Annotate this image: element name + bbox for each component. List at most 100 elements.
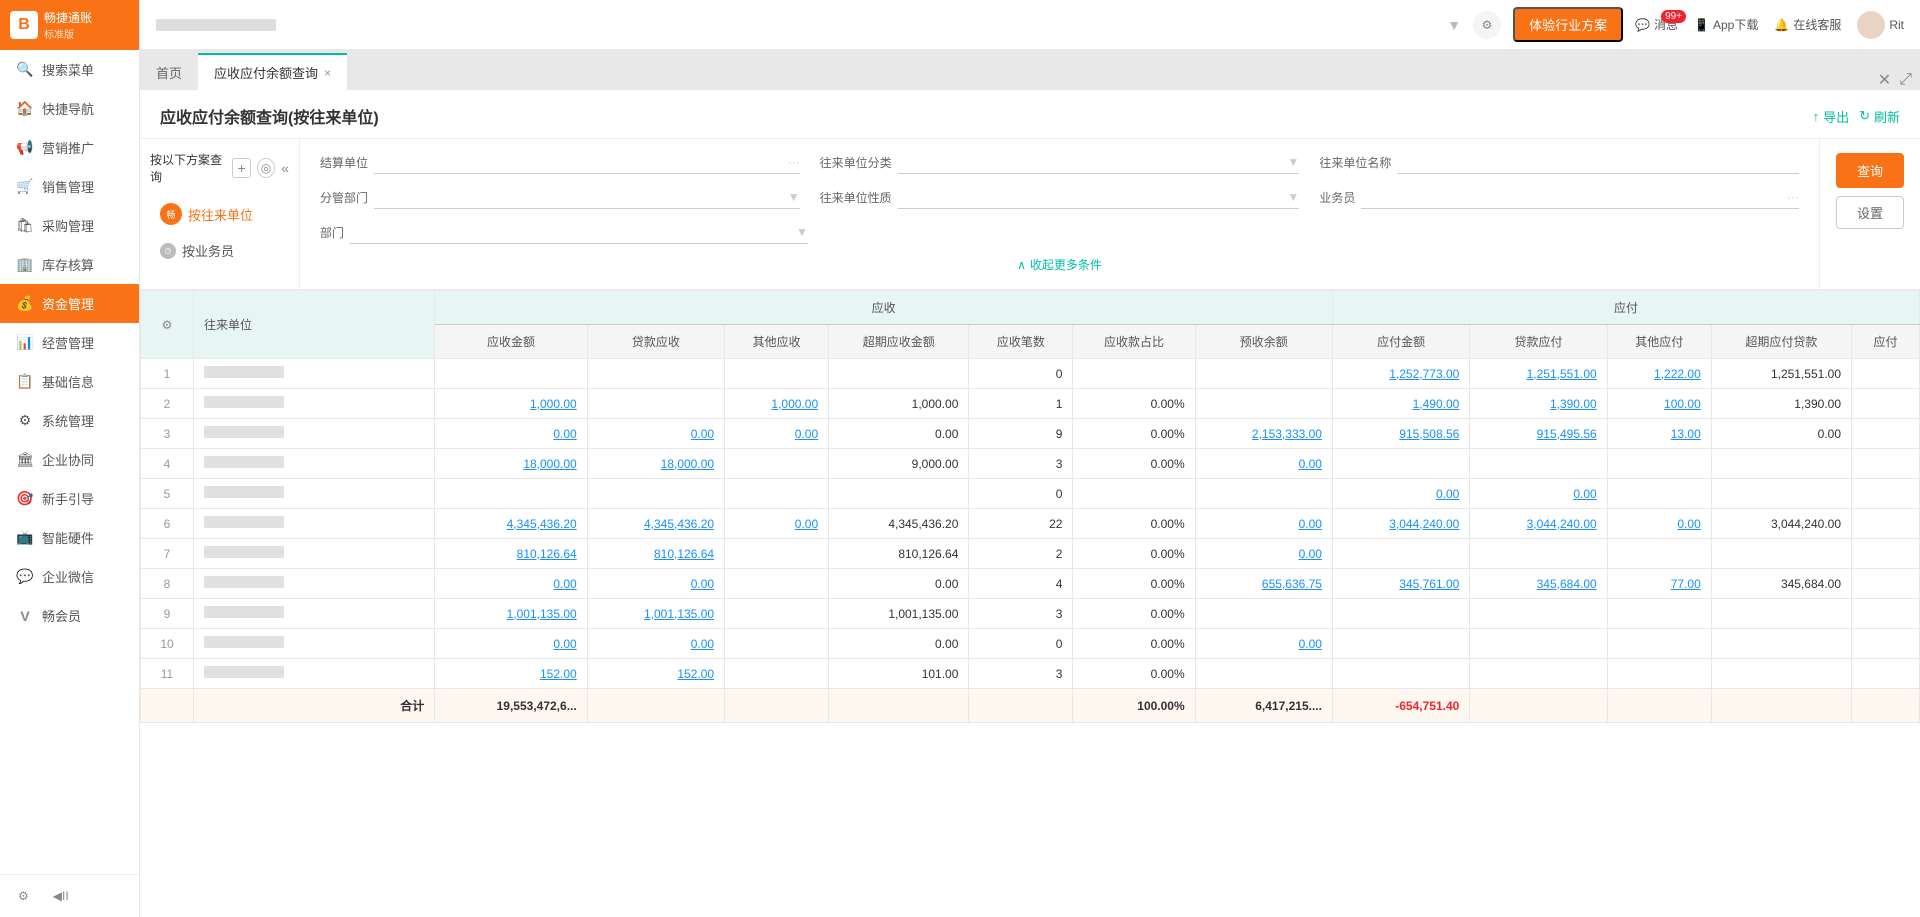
data-table: ⚙ 往来单位 应收 应付 应收金额 贷款应收 其他应收 超期应收金额 应收笔数 … [140, 290, 1920, 723]
breadcrumb [156, 19, 1435, 31]
tab-close-btn[interactable]: × [324, 66, 331, 80]
by-staff-dot: ◷ [160, 243, 176, 259]
sidebar-item-quick-nav[interactable]: 🏠 快捷导航 [0, 89, 139, 128]
tab-home[interactable]: 首页 [140, 55, 198, 90]
marketing-icon: 📢 [16, 139, 34, 156]
online-service-btn[interactable]: 🔔 在线客服 [1774, 16, 1841, 33]
logo-icon: B [10, 11, 38, 39]
sidebar-item-search-menu[interactable]: 🔍 搜索菜单 [0, 50, 139, 89]
filter-item-dept-mgr: 分管部门 ▼ [320, 186, 800, 209]
partner-nature-select[interactable]: ▼ [898, 186, 1300, 209]
table-row: 64,345,436.204,345,436.200.004,345,436.2… [141, 509, 1920, 539]
sidebar-item-purchase[interactable]: 🛍 采购管理 [0, 206, 139, 245]
sidebar-item-sales[interactable]: 🛒 销售管理 [0, 167, 139, 206]
filter-more-btn[interactable]: ∧ 收起更多条件 [320, 252, 1799, 277]
close-window-icon[interactable]: ✕ [1878, 70, 1891, 90]
filter-form: 结算单位 ··· 往来单位分类 ▼ 往来单位名称 [300, 139, 1819, 289]
search-icon: 🔍 [16, 61, 34, 78]
filter-panel: 按以下方案查询 + ◎ « 畅 按往来单位 ◷ 按业务员 [140, 139, 300, 289]
page-title: 应收应付余额查询(按往来单位) [160, 104, 379, 128]
refresh-btn[interactable]: ↻ 刷新 [1859, 107, 1900, 126]
th-ap-col: 应付 [1852, 325, 1920, 359]
settlement-input-wrap: ··· [374, 151, 800, 174]
sidebar-item-basic-info[interactable]: 📋 基础信息 [0, 362, 139, 401]
purchase-icon: 🛍 [16, 217, 34, 234]
table-row: 91,001,135.001,001,135.001,001,135.0030.… [141, 599, 1920, 629]
filter-by-partner[interactable]: 畅 按往来单位 [150, 195, 289, 233]
service-icon: 🔔 [1774, 18, 1789, 32]
partner-nature-label: 往来单位性质 [820, 189, 892, 206]
sidebar-item-guide[interactable]: 🎯 新手引导 [0, 479, 139, 518]
gear-icon: ⚙ [1482, 18, 1493, 32]
sidebar-item-vip[interactable]: V 畅会员 [0, 596, 139, 635]
notification-badge: 99+ [1661, 10, 1686, 23]
enterprise-icon: 🏛 [16, 451, 34, 468]
app-download-btn[interactable]: 📱 App下载 [1694, 16, 1758, 33]
data-table-container: ⚙ 往来单位 应收 应付 应收金额 贷款应收 其他应收 超期应收金额 应收笔数 … [140, 290, 1920, 917]
table-row: 11152.00152.00101.0030.00% [141, 659, 1920, 689]
user-avatar[interactable]: Rit [1857, 11, 1904, 39]
filter-add-btn[interactable]: + [232, 158, 250, 178]
sidebar-item-inventory[interactable]: 🏢 库存核算 [0, 245, 139, 284]
settings-gear-btn[interactable]: ⚙ [1473, 11, 1501, 39]
guide-icon: 🎯 [16, 490, 34, 507]
table-row: 500.000.00 [141, 479, 1920, 509]
filter-by-staff[interactable]: ◷ 按业务员 [150, 233, 289, 268]
sidebar-item-enterprise[interactable]: 🏛 企业协同 [0, 440, 139, 479]
table-settings-icon[interactable]: ⚙ [151, 309, 183, 341]
salesperson-label: 业务员 [1319, 189, 1355, 206]
tab-ar-ap-query[interactable]: 应收应付余额查询 × [198, 53, 347, 90]
partner-category-select[interactable]: ▼ [898, 151, 1300, 174]
main-area: ▼ ⚙ 体验行业方案 💬 消息 99+ 📱 App下载 🔔 在线客服 Rit [140, 0, 1920, 917]
export-btn[interactable]: ↑ 导出 [1813, 107, 1850, 126]
query-btn[interactable]: 查询 [1836, 153, 1904, 188]
sidebar: B 畅捷通账 标准版 🔍 搜索菜单 🏠 快捷导航 📢 营销推广 🛒 销售管理 🛍… [0, 0, 140, 917]
dept-select[interactable]: ▼ [350, 221, 808, 244]
salesperson-ellipsis-icon[interactable]: ··· [1787, 190, 1799, 204]
salesperson-input-wrap: ··· [1361, 186, 1799, 209]
sidebar-item-operations[interactable]: 📊 经营管理 [0, 323, 139, 362]
th-ap-amount: 应付金额 [1332, 325, 1469, 359]
filter-item-dept: 部门 ▼ [320, 221, 808, 244]
partner-category-label: 往来单位分类 [820, 154, 892, 171]
filter-item-partner-name: 往来单位名称 [1319, 151, 1799, 174]
filter-collapse-btn[interactable]: « [281, 160, 289, 176]
table-row: 100.000.000.0000.00%0.00 [141, 629, 1920, 659]
th-ar-other: 其他应收 [725, 325, 829, 359]
collapse-btn[interactable]: ◀II [45, 885, 77, 907]
promo-btn[interactable]: 体验行业方案 [1513, 7, 1623, 42]
sidebar-item-finance[interactable]: 💰 资金管理 [0, 284, 139, 323]
filter-item-partner-nature: 往来单位性质 ▼ [820, 186, 1300, 209]
notification-btn[interactable]: 💬 消息 99+ [1635, 16, 1678, 33]
export-icon: ↑ [1813, 109, 1820, 124]
dept-mgr-select[interactable]: ▼ [374, 186, 800, 209]
th-ap-other: 其他应付 [1607, 325, 1711, 359]
maximize-window-icon[interactable]: ⤢ [1899, 71, 1912, 89]
th-ar-prepay: 预收余额 [1195, 325, 1332, 359]
settings-btn[interactable]: ⚙ [10, 885, 37, 907]
settlement-ellipsis-icon[interactable]: ··· [788, 155, 800, 169]
by-partner-dot: 畅 [160, 203, 182, 225]
filter-row-3: 部门 ▼ [320, 221, 1799, 244]
sidebar-item-system[interactable]: ⚙ 系统管理 [0, 401, 139, 440]
th-ar-count: 应收笔数 [969, 325, 1073, 359]
settings-btn[interactable]: 设置 [1836, 196, 1904, 229]
enterprise-wx-icon: 💬 [16, 568, 34, 585]
filter-scheme-icon[interactable]: ◎ [257, 158, 275, 178]
th-ar-overdue: 超期应收金额 [829, 325, 969, 359]
nav-dropdown-icon[interactable]: ▼ [1447, 17, 1461, 33]
th-ap-group: 应付 [1332, 291, 1919, 325]
filter-panel-header: 按以下方案查询 + ◎ « [150, 151, 289, 185]
tabbar-actions: ✕ ⤢ [1870, 70, 1920, 90]
sales-icon: 🛒 [16, 178, 34, 195]
dept-mgr-label: 分管部门 [320, 189, 368, 206]
partner-name-input[interactable] [1397, 151, 1799, 174]
filter-item-partner-category: 往来单位分类 ▼ [820, 151, 1300, 174]
sidebar-item-smart-hw[interactable]: 📺 智能硬件 [0, 518, 139, 557]
table-row: 101,252,773.001,251,551.001,222.001,251,… [141, 359, 1920, 389]
partner-nature-chevron-icon: ▼ [1287, 190, 1299, 204]
settlement-label: 结算单位 [320, 154, 368, 171]
sidebar-item-marketing[interactable]: 📢 营销推广 [0, 128, 139, 167]
sidebar-item-enterprise-wx[interactable]: 💬 企业微信 [0, 557, 139, 596]
th-partner: 往来单位 [194, 291, 435, 359]
